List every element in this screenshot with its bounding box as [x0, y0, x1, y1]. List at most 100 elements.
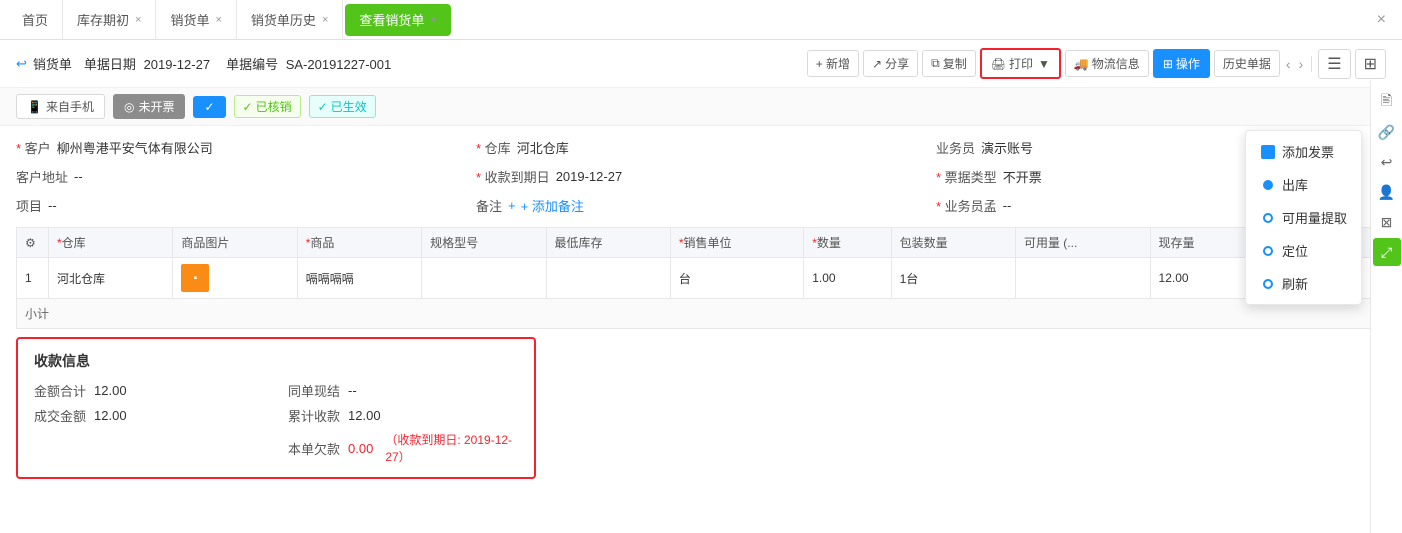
- print-icon: 🖨: [991, 57, 1006, 71]
- tab-bar-close-button[interactable]: ×: [1369, 11, 1394, 29]
- refresh-icon: [1260, 276, 1276, 292]
- empty-cell: [34, 431, 264, 465]
- row-img: ▪: [173, 258, 297, 299]
- doc-date-value: 2019-12-27: [144, 57, 211, 72]
- prev-button[interactable]: ‹: [1284, 56, 1293, 72]
- amount-row: 金额合计 12.00: [34, 381, 264, 400]
- menu-refresh[interactable]: 刷新: [1246, 267, 1361, 300]
- row-spec: [422, 258, 546, 299]
- payment-box: 收款信息 金额合计 12.00 同单现结 -- 成交金额 12.00 累计收款 …: [16, 337, 536, 479]
- right-icon-user[interactable]: 👤: [1373, 178, 1401, 206]
- owe-note: （收款到期日: 2019-12-27）: [385, 431, 518, 465]
- doc-header: ↩ 销货单 单据日期 2019-12-27 单据编号 SA-20191227-0…: [0, 40, 1402, 88]
- tab-close-icon[interactable]: ×: [322, 14, 328, 26]
- note-row: 备注 + + 添加备注: [476, 196, 926, 215]
- col-avail: 可用量 (...: [1015, 228, 1150, 258]
- tab-sales-history[interactable]: 销货单历史 ×: [237, 0, 343, 40]
- phone-icon: 📱: [27, 100, 42, 114]
- tab-close-icon[interactable]: ×: [215, 14, 221, 26]
- menu-avail-extract[interactable]: 可用量提取: [1246, 201, 1361, 234]
- menu-locate[interactable]: 定位: [1246, 234, 1361, 267]
- share-button[interactable]: ↗ 分享: [863, 50, 918, 77]
- warehouse-value: 河北仓库: [517, 138, 569, 157]
- truck-icon: 🚚: [1074, 57, 1089, 71]
- right-icon-doc[interactable]: 🖹: [1373, 88, 1401, 116]
- customer-label: 客户: [16, 138, 51, 157]
- ticket-label: 票据类型: [936, 167, 997, 186]
- menu-add-invoice[interactable]: 添加发票: [1246, 135, 1361, 168]
- right-icon-return[interactable]: ↩: [1373, 148, 1401, 176]
- copy-button[interactable]: ⧉ 复制: [922, 50, 976, 77]
- col-qty: *数量: [804, 228, 891, 258]
- staff-value: 演示账号: [981, 138, 1033, 157]
- col-product: *商品: [297, 228, 421, 258]
- row-no: 1: [17, 258, 49, 299]
- open-ticket-button[interactable]: ◎ 未开票: [113, 94, 186, 119]
- print-button[interactable]: 🖨 打印 ▼: [983, 51, 1058, 76]
- deal-label: 成交金额: [34, 406, 86, 425]
- subtotal-label: 小计: [17, 299, 1386, 329]
- doc-meta: 单据日期 2019-12-27 单据编号 SA-20191227-001: [84, 54, 391, 73]
- check-circle-icon: ✓: [243, 100, 253, 114]
- locate-icon: [1260, 243, 1276, 259]
- doc-date-label: 单据日期 2019-12-27: [84, 54, 210, 73]
- check-icon: ✓: [204, 100, 214, 114]
- addr-label: 客户地址: [16, 167, 68, 186]
- cumulative-row: 累计收款 12.00: [288, 406, 518, 425]
- table-wrap: ⚙ *仓库 商品图片 *商品 规格型号 最低库存 *销售单位 *数量 包装数量 …: [0, 227, 1402, 329]
- new-button[interactable]: + 新增: [807, 50, 859, 77]
- row-stock: 12.00: [1150, 258, 1251, 299]
- col-stock: 现存量: [1150, 228, 1251, 258]
- right-icon-grid[interactable]: ⊠: [1373, 208, 1401, 236]
- row-unit: 台: [670, 258, 803, 299]
- add-note-link[interactable]: + + 添加备注: [508, 196, 584, 215]
- tab-close-icon[interactable]: ×: [430, 14, 436, 26]
- row-product: 嗝嗝嗝嗝: [297, 258, 421, 299]
- logistics-button[interactable]: 🚚 物流信息: [1065, 50, 1149, 77]
- tab-sales-order[interactable]: 销货单 ×: [156, 0, 236, 40]
- right-panel: 🖹 🔗 ↩ 👤 ⊠ ⤢: [1370, 80, 1402, 533]
- tab-close-icon[interactable]: ×: [135, 14, 141, 26]
- avail-icon: [1260, 210, 1276, 226]
- menu-outbound[interactable]: 出库: [1246, 168, 1361, 201]
- main-content: ↩ 销货单 单据日期 2019-12-27 单据编号 SA-20191227-0…: [0, 40, 1402, 533]
- row-avail: [1015, 258, 1150, 299]
- addr-value: --: [74, 169, 83, 184]
- history-button[interactable]: 历史单据: [1214, 50, 1280, 77]
- outbound-icon: [1260, 177, 1276, 193]
- right-icon-link[interactable]: 🔗: [1373, 118, 1401, 146]
- right-icon-expand[interactable]: ⤢: [1373, 238, 1401, 266]
- print-dropdown-icon[interactable]: ▼: [1038, 57, 1050, 71]
- amount-label: 金额合计: [34, 381, 86, 400]
- same-order-row: 同单现结 --: [288, 381, 518, 400]
- doc-title: ↩ 销货单: [16, 54, 72, 73]
- list-view-button[interactable]: ☰: [1318, 49, 1350, 79]
- sub-toolbar: 📱 来自手机 ◎ 未开票 ✓ ✓ 已核销 ✓ 已生效: [0, 88, 1402, 126]
- print-btn-wrap: 🖨 打印 ▼: [980, 48, 1061, 79]
- col-unit: *销售单位: [670, 228, 803, 258]
- copy-icon: ⧉: [931, 56, 940, 71]
- product-table: ⚙ *仓库 商品图片 *商品 规格型号 最低库存 *销售单位 *数量 包装数量 …: [16, 227, 1386, 329]
- col-min-stock: 最低库存: [546, 228, 670, 258]
- separator: [1311, 56, 1312, 72]
- col-gear: ⚙: [17, 228, 49, 258]
- operate-button[interactable]: ⊞ 操作: [1153, 49, 1210, 78]
- cumulative-value: 12.00: [348, 408, 381, 423]
- doc-actions: + 新增 ↗ 分享 ⧉ 复制 🖨 打印 ▼ 🚚: [807, 48, 1386, 79]
- deal-row: 成交金额 12.00: [34, 406, 264, 425]
- customer-value: 柳州粤港平安气体有限公司: [57, 138, 213, 157]
- grid-view-button[interactable]: ⊞: [1355, 49, 1386, 79]
- next-button[interactable]: ›: [1297, 56, 1306, 72]
- tab-inventory-init[interactable]: 库存期初 ×: [63, 0, 156, 40]
- tab-view-sales[interactable]: 查看销货单 ×: [345, 4, 450, 36]
- share-icon: ↗: [872, 57, 882, 71]
- doc-type-label: 销货单: [33, 54, 72, 73]
- col-img: 商品图片: [173, 228, 297, 258]
- col-pkg-qty: 包装数量: [891, 228, 1015, 258]
- confirm-button[interactable]: ✓: [193, 96, 225, 118]
- tab-bar: 首页 库存期初 × 销货单 × 销货单历史 × 查看销货单 × ×: [0, 0, 1402, 40]
- subtotal-row: 小计: [17, 299, 1386, 329]
- phone-button[interactable]: 📱 来自手机: [16, 94, 105, 119]
- tab-home[interactable]: 首页: [8, 0, 63, 40]
- addr-row: 客户地址 --: [16, 167, 466, 186]
